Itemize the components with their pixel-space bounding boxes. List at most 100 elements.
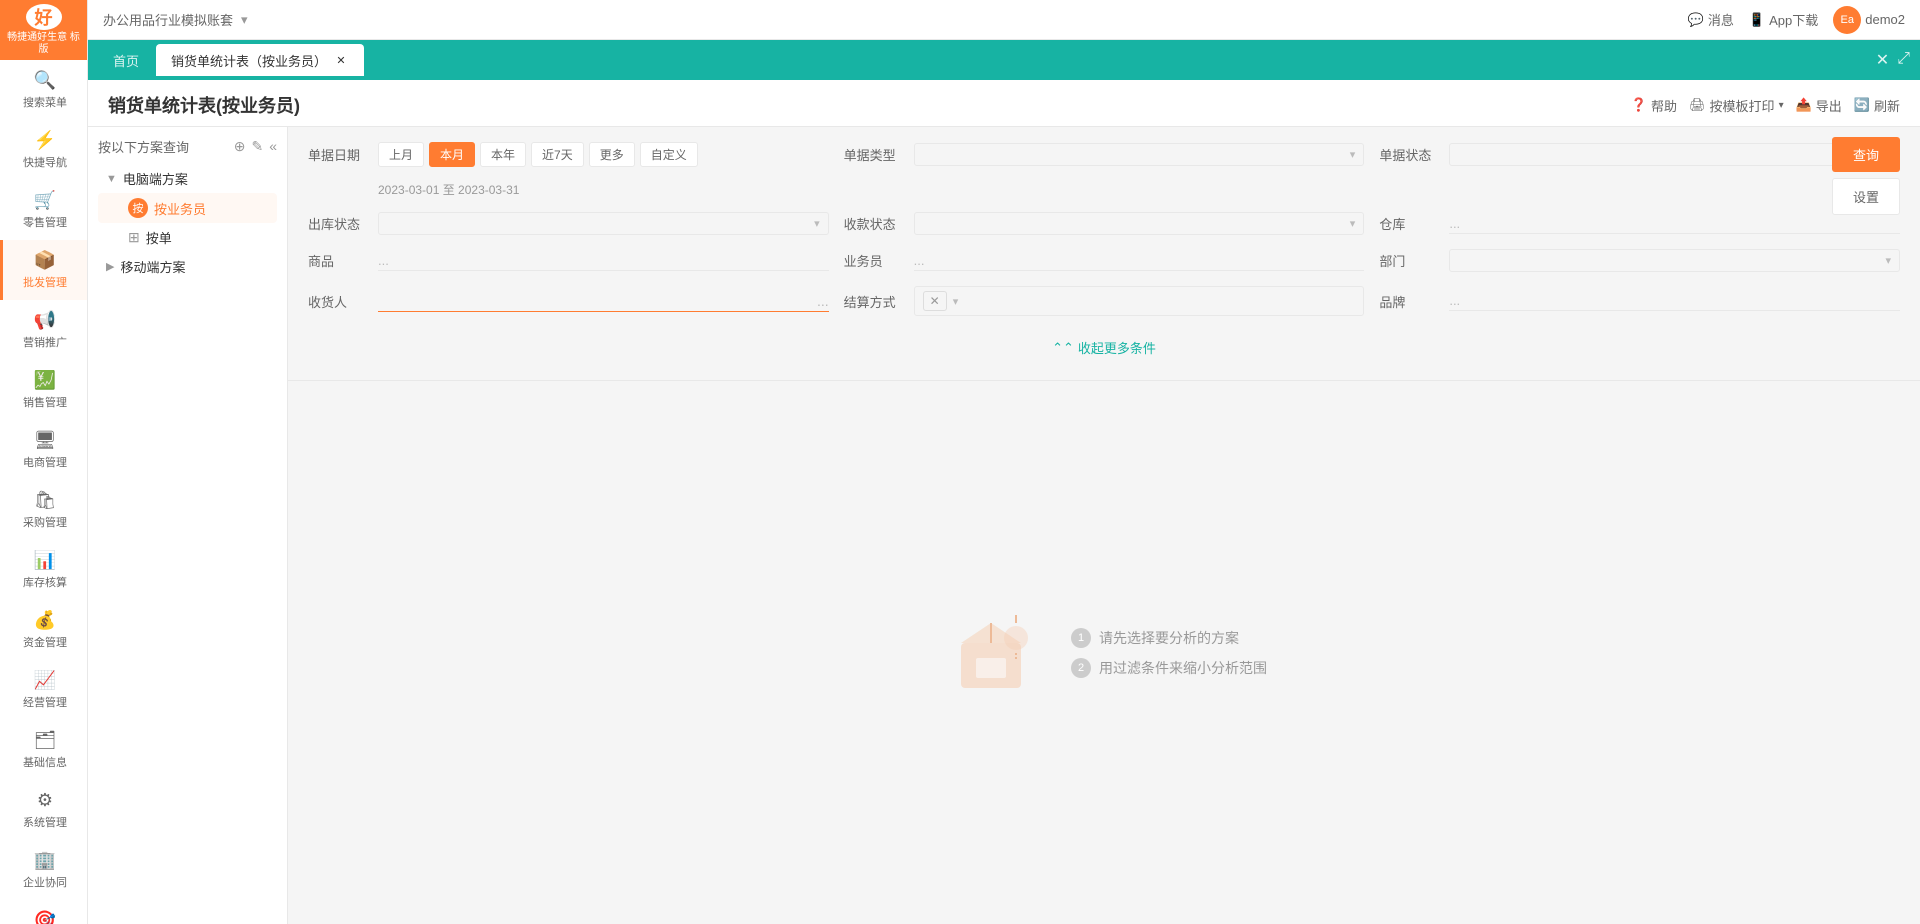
collapse-btn[interactable]: ⌃⌃ 收起更多条件 [308, 330, 1900, 365]
sidebar-item-search[interactable]: 🔍 搜索菜单 [0, 60, 87, 120]
filter-area: 单据日期 上月 本月 本年 近7天 更多 自定义 [288, 127, 1920, 381]
sidebar-item-wholesale[interactable]: 📦 批发管理 [0, 240, 87, 300]
date-btn-more[interactable]: 更多 [589, 142, 635, 167]
doc-type-control[interactable]: ▾ [914, 143, 1365, 166]
pay-status-control[interactable]: ▾ [914, 212, 1365, 235]
sidebar-item-newbie[interactable]: 🎯 新手引导 [0, 900, 87, 924]
tree-staff-item[interactable]: 按 按业务员 [98, 193, 277, 223]
receiver-input[interactable] [378, 293, 817, 308]
ship-status-label: 出库状态 [308, 214, 378, 233]
date-btn-this-month[interactable]: 本月 [429, 142, 475, 167]
date-btn-last-month[interactable]: 上月 [378, 142, 424, 167]
newbie-icon: 🎯 [34, 910, 56, 924]
wholesale-icon: 📦 [34, 250, 56, 271]
date-btn-custom[interactable]: 自定义 [640, 142, 698, 167]
logo-icon: 好 [35, 4, 53, 30]
sidebar-item-stock[interactable]: 📊 库存核算 [0, 540, 87, 600]
receiver-dots[interactable]: ... [817, 293, 829, 309]
logo-area: 好 畅捷通好生意 标版 [0, 0, 87, 60]
user-area[interactable]: Ea demo2 [1833, 6, 1905, 34]
export-btn[interactable]: 📤 导出 [1796, 96, 1842, 115]
topbar: 办公用品行业模拟账套 ▾ 💬 消息 📱 App下载 Ea demo2 [88, 0, 1920, 40]
refresh-label: 刷新 [1874, 96, 1900, 115]
tab-close-icon[interactable]: ✕ [333, 52, 349, 68]
date-btn-7days[interactable]: 近7天 [531, 142, 584, 167]
filter-doc-type: 单据类型 ▾ [844, 143, 1365, 166]
sidebar-label-marketing: 营销推广 [23, 334, 67, 350]
edit-scheme-icon[interactable]: ✎ [251, 138, 263, 155]
ship-status-control[interactable]: ▾ [378, 212, 829, 235]
refresh-btn[interactable]: 🔄 刷新 [1854, 96, 1900, 115]
warehouse-text: ... [1449, 216, 1900, 231]
tab-expand-icon[interactable]: ⤢ [1897, 50, 1910, 70]
template-print-label: 按模板打印 [1710, 96, 1775, 115]
brand-control[interactable]: ... [1449, 291, 1900, 311]
warehouse-label: 仓库 [1379, 214, 1449, 233]
tree-mobile-label: 移动端方案 [120, 257, 185, 276]
sidebar-item-base[interactable]: 🗂 基础信息 [0, 720, 87, 780]
template-print-btn[interactable]: 🖨 按模板打印 ▾ [1689, 96, 1784, 115]
tree-pc-scheme[interactable]: ▼ 电脑端方案 [98, 164, 277, 193]
help-icon: ❓ [1631, 97, 1647, 113]
download-btn[interactable]: 📱 App下载 [1749, 10, 1818, 29]
finance-icon: 💰 [34, 610, 56, 631]
download-label: App下载 [1769, 10, 1818, 29]
query-button[interactable]: 查询 [1832, 137, 1900, 172]
sidebar-item-system[interactable]: ⚙ 系统管理 [0, 780, 87, 840]
warehouse-control[interactable]: ... [1449, 214, 1900, 234]
topbar-right: 💬 消息 📱 App下载 Ea demo2 [1688, 6, 1905, 34]
sidebar-item-sales[interactable]: 💹 销售管理 [0, 360, 87, 420]
sales-icon: 💹 [34, 370, 56, 391]
retail-icon: 🛒 [34, 190, 56, 211]
left-panel: 按以下方案查询 ⊕ ✎ « ▼ 电脑端方案 按 按业务员 ⊞ [88, 127, 288, 924]
left-panel-title: 按以下方案查询 [98, 137, 189, 156]
reset-button[interactable]: 设置 [1832, 178, 1900, 215]
tree-mobile-scheme[interactable]: ▶ 移动端方案 [98, 252, 277, 281]
sidebar-item-operation[interactable]: 📈 经营管理 [0, 660, 87, 720]
filter-dept: 部门 ▾ [1379, 249, 1900, 272]
stock-icon: 📊 [34, 550, 56, 571]
purchase-icon: 🛍 [34, 490, 57, 511]
sidebar-item-corp[interactable]: 🏢 企业协同 [0, 840, 87, 900]
order-icon: ⊞ [128, 229, 140, 246]
dept-label: 部门 [1379, 251, 1449, 270]
sidebar-item-quick[interactable]: ⚡ 快捷导航 [0, 120, 87, 180]
sidebar-item-marketing[interactable]: 📢 营销推广 [0, 300, 87, 360]
goods-label: 商品 [308, 251, 378, 270]
filter-warehouse: 仓库 ... [1379, 214, 1900, 234]
date-btn-this-year[interactable]: 本年 [480, 142, 526, 167]
tree-pc-label: 电脑端方案 [123, 169, 188, 188]
add-scheme-icon[interactable]: ⊕ [234, 138, 246, 155]
tip-num-2: 2 [1071, 658, 1091, 678]
page-actions: ❓ 帮助 🖨 按模板打印 ▾ 📤 导出 🔄 刷新 [1631, 96, 1900, 115]
sidebar-item-purchase[interactable]: 🛍 采购管理 [0, 480, 87, 540]
sidebar-item-retail[interactable]: 🛒 零售管理 [0, 180, 87, 240]
collapse-panel-icon[interactable]: « [269, 138, 277, 155]
receiver-control[interactable]: ... [378, 291, 829, 312]
settlement-tag: ✕ [923, 291, 947, 311]
dept-arrow: ▾ [1885, 254, 1891, 267]
tab-home[interactable]: 首页 [98, 44, 154, 76]
system-icon: ⚙ [37, 790, 53, 811]
tree-order-item[interactable]: ⊞ 按单 [98, 223, 277, 252]
tab-sales-stat[interactable]: 销货单统计表（按业务员） ✕ [156, 44, 364, 76]
receiver-label: 收货人 [308, 292, 378, 311]
tree-mobile-expand-icon: ▶ [106, 260, 114, 273]
sidebar-item-ecom[interactable]: 🖥 电商管理 [0, 420, 87, 480]
right-panel-wrapper: 查询 设置 单据日期 上月 本月 本年 近 [288, 127, 1920, 924]
sidebar-item-finance[interactable]: 💰 资金管理 [0, 600, 87, 660]
ecom-icon: 🖥 [34, 430, 57, 451]
topbar-dropdown-icon[interactable]: ▾ [241, 12, 248, 28]
settlement-tag-close[interactable]: ✕ [930, 294, 940, 308]
tab-close-all-icon[interactable]: ✕ [1876, 50, 1889, 70]
dept-control[interactable]: ▾ [1449, 249, 1900, 272]
logo-circle: 好 [26, 4, 62, 30]
staff-control[interactable]: ... [914, 251, 1365, 271]
goods-control[interactable]: ... [378, 251, 829, 271]
sidebar-label-quick: 快捷导航 [23, 154, 67, 170]
filter-brand: 品牌 ... [1379, 291, 1900, 311]
help-btn[interactable]: ❓ 帮助 [1631, 96, 1677, 115]
tabbar: 首页 销货单统计表（按业务员） ✕ ✕ ⤢ [88, 40, 1920, 80]
settlement-control[interactable]: ✕ ▾ [914, 286, 1365, 316]
messages-btn[interactable]: 💬 消息 [1688, 10, 1734, 29]
